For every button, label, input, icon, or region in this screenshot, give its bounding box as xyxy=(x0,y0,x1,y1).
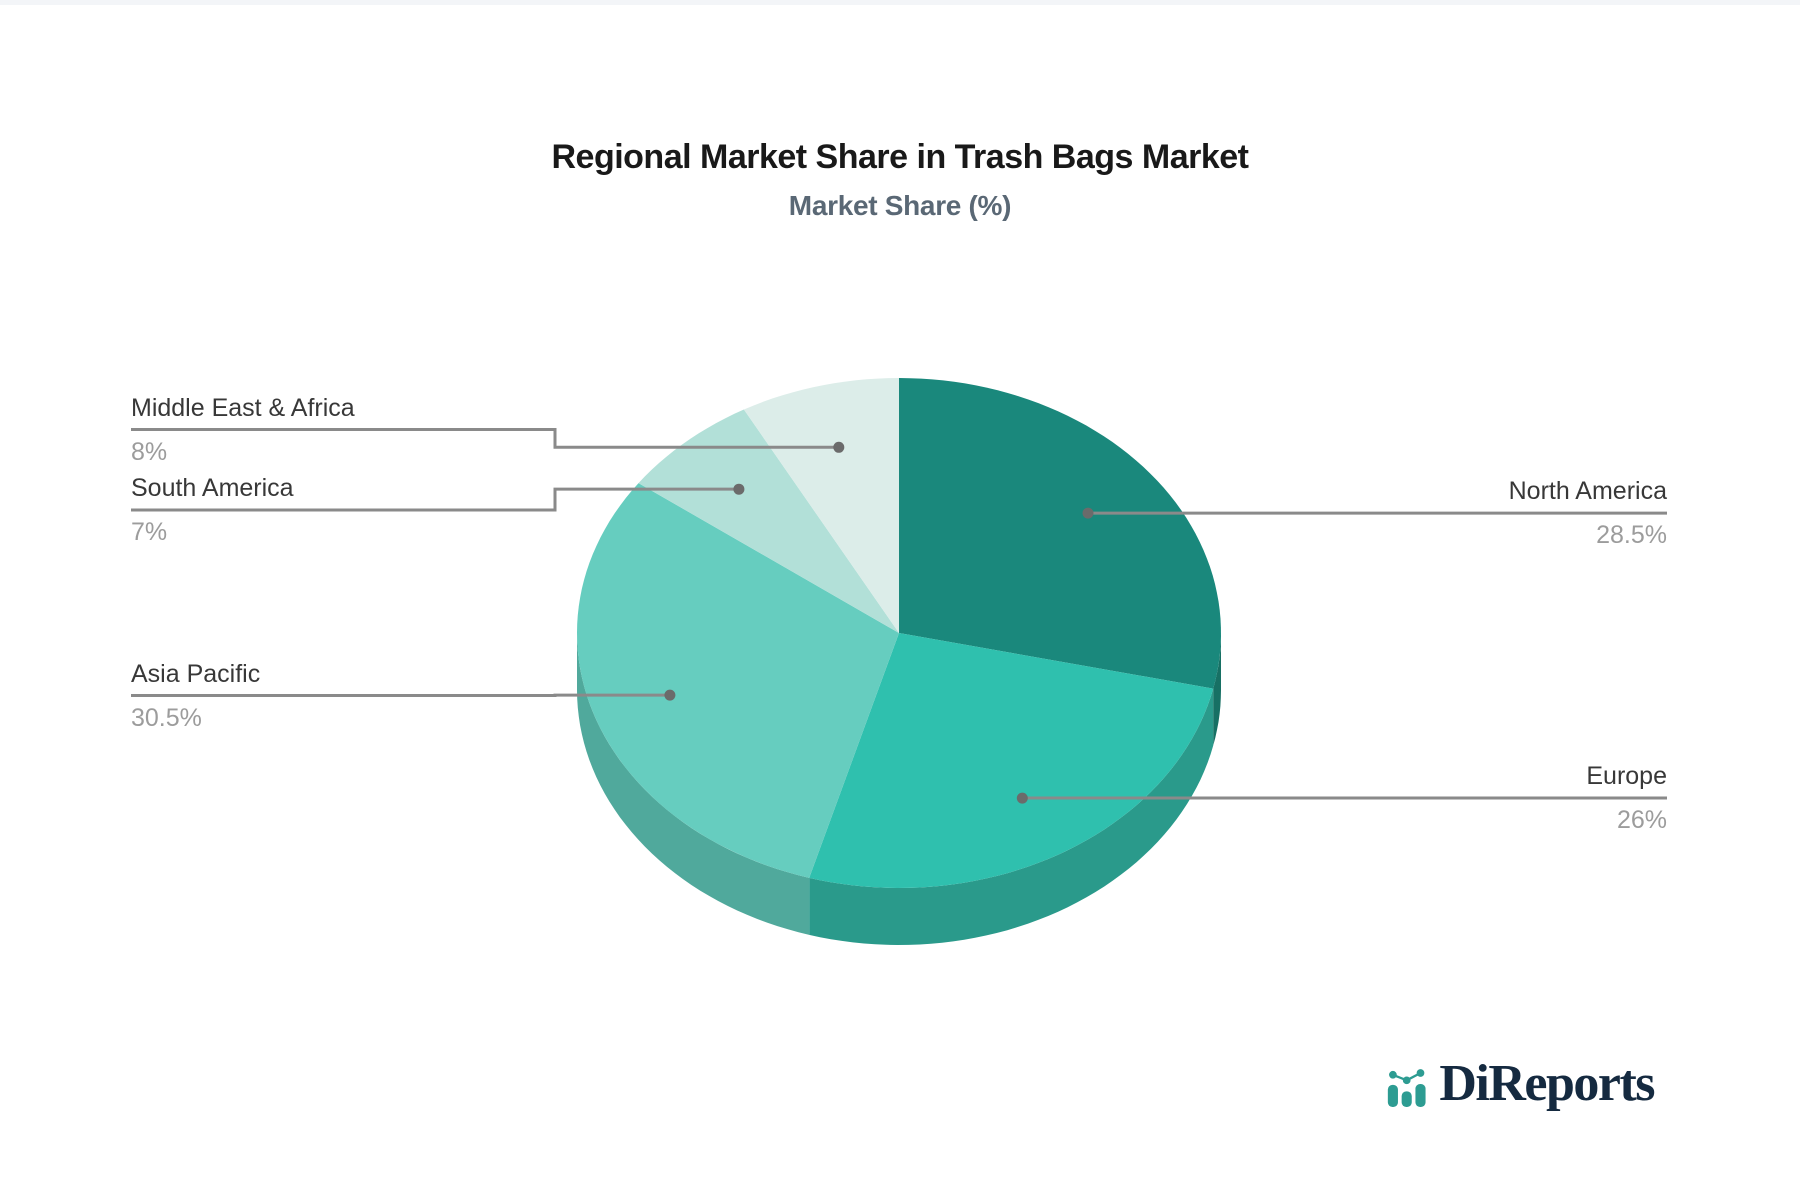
bar-line-chart-icon xyxy=(1388,1069,1426,1107)
direports-logo: DiReports xyxy=(1386,1055,1655,1112)
logo-text: DiReports xyxy=(1439,1055,1655,1112)
chart-page: Regional Market Share in Trash Bags Mark… xyxy=(0,0,1800,1196)
callout-dot xyxy=(833,441,845,453)
callout-dot xyxy=(664,689,676,701)
pie-chart xyxy=(131,378,1667,945)
callout-dot xyxy=(733,483,745,495)
callout-dot xyxy=(1082,507,1094,519)
callout-dot xyxy=(1016,792,1028,804)
